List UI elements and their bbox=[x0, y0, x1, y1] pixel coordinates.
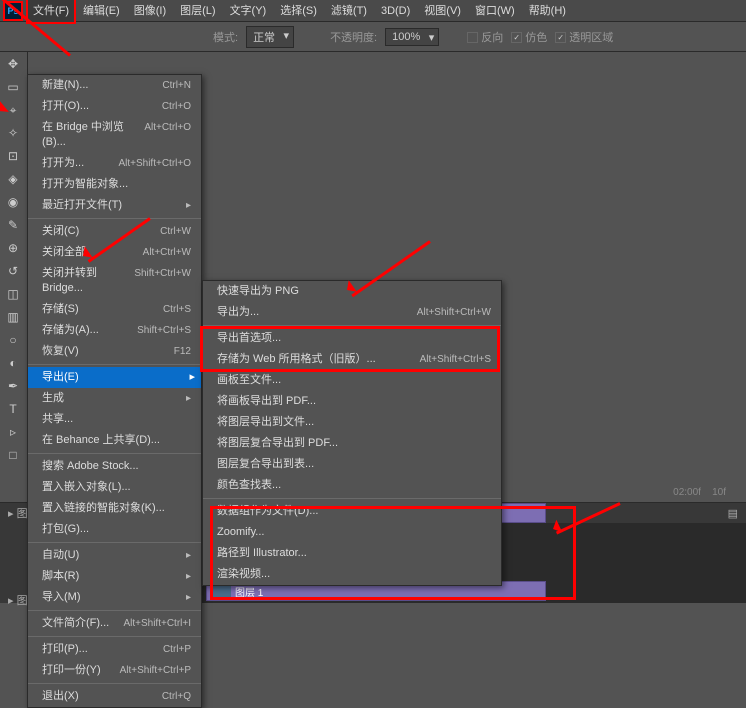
menu-image[interactable]: 图像(I) bbox=[127, 0, 173, 22]
menu-text[interactable]: 文字(Y) bbox=[223, 0, 274, 22]
file-menu-item[interactable]: 打印一份(Y)Alt+Shift+Ctrl+P bbox=[28, 660, 201, 681]
file-menu-item[interactable]: 在 Behance 上共享(D)... bbox=[28, 430, 201, 451]
menu-help[interactable]: 帮助(H) bbox=[522, 0, 573, 22]
file-dropdown: 新建(N)...Ctrl+N打开(O)...Ctrl+O在 Bridge 中浏览… bbox=[27, 74, 202, 708]
menu-3d[interactable]: 3D(D) bbox=[374, 0, 417, 22]
blur-tool-icon[interactable]: ○ bbox=[1, 329, 25, 351]
eyedropper-tool-icon[interactable]: ◈ bbox=[1, 168, 25, 190]
text-tool-icon[interactable]: T bbox=[1, 398, 25, 420]
file-menu-item[interactable]: 共享... bbox=[28, 409, 201, 430]
export-submenu: 快速导出为 PNG导出为...Alt+Shift+Ctrl+W 导出首选项...存… bbox=[202, 280, 502, 586]
gradient-tool-icon[interactable]: ▥ bbox=[1, 306, 25, 328]
export-menu-item[interactable]: 快速导出为 PNG bbox=[203, 281, 501, 302]
export-menu-item[interactable]: 渲染视频... bbox=[203, 564, 501, 585]
menu-separator bbox=[28, 636, 201, 637]
file-menu-item[interactable]: 最近打开文件(T)▸ bbox=[28, 195, 201, 216]
path-tool-icon[interactable]: ▹ bbox=[1, 421, 25, 443]
export-menu-item[interactable]: 图层复合导出到表... bbox=[203, 454, 501, 475]
menu-file[interactable]: 文件(F) bbox=[26, 0, 76, 24]
eraser-tool-icon[interactable]: ◫ bbox=[1, 283, 25, 305]
menu-layer[interactable]: 图层(L) bbox=[173, 0, 222, 22]
export-menu-item[interactable]: 导出首选项... bbox=[203, 328, 501, 349]
wand-tool-icon[interactable]: ✧ bbox=[1, 122, 25, 144]
export-menu-item[interactable]: 导出为...Alt+Shift+Ctrl+W bbox=[203, 302, 501, 323]
menu-select[interactable]: 选择(S) bbox=[273, 0, 324, 22]
move-tool-icon[interactable]: ✥ bbox=[1, 53, 25, 75]
file-menu-item[interactable]: 新建(N)...Ctrl+N bbox=[28, 75, 201, 96]
file-menu-item[interactable]: 打包(G)... bbox=[28, 519, 201, 540]
export-menu-item[interactable]: 存储为 Web 所用格式（旧版）...Alt+Shift+Ctrl+S bbox=[203, 349, 501, 370]
mode-select[interactable]: 正常 bbox=[246, 26, 294, 48]
file-menu-item[interactable]: 存储为(A)...Shift+Ctrl+S bbox=[28, 320, 201, 341]
file-menu-item[interactable]: 搜索 Adobe Stock... bbox=[28, 456, 201, 477]
lasso-tool-icon[interactable]: ⌖ bbox=[1, 99, 25, 121]
heal-tool-icon[interactable]: ◉ bbox=[1, 191, 25, 213]
opacity-label: 不透明度: bbox=[330, 29, 377, 45]
crop-tool-icon[interactable]: ⊡ bbox=[1, 145, 25, 167]
menu-filter[interactable]: 滤镜(T) bbox=[324, 0, 374, 22]
shape-tool-icon[interactable]: □ bbox=[1, 444, 25, 466]
dodge-tool-icon[interactable]: ◐ bbox=[1, 352, 25, 374]
menu-separator bbox=[203, 498, 501, 499]
file-menu-item[interactable]: 打开为...Alt+Shift+Ctrl+O bbox=[28, 153, 201, 174]
export-menu-item[interactable]: 将画板导出到 PDF... bbox=[203, 391, 501, 412]
menu-separator bbox=[28, 542, 201, 543]
menu-separator bbox=[28, 683, 201, 684]
menu-separator bbox=[28, 364, 201, 365]
export-menu-item[interactable]: 颜色查找表... bbox=[203, 475, 501, 496]
file-menu-item[interactable]: 关闭全部Alt+Ctrl+W bbox=[28, 242, 201, 263]
file-menu-item[interactable]: 自动(U)▸ bbox=[28, 545, 201, 566]
file-menu-item[interactable]: 恢复(V)F12 bbox=[28, 341, 201, 362]
file-menu-item[interactable]: 生成▸ bbox=[28, 388, 201, 409]
opacity-select[interactable]: 100% bbox=[385, 28, 439, 46]
export-menu-item[interactable]: 将图层导出到文件... bbox=[203, 412, 501, 433]
file-menu-item[interactable]: 退出(X)Ctrl+Q bbox=[28, 686, 201, 707]
timeline-ruler: 02:00f 10f bbox=[673, 487, 726, 498]
brush-tool-icon[interactable]: ✎ bbox=[1, 214, 25, 236]
export-menu-item[interactable]: 将图层复合导出到 PDF... bbox=[203, 433, 501, 454]
marquee-tool-icon[interactable]: ▭ bbox=[1, 76, 25, 98]
menubar: Ps 文件(F) 编辑(E) 图像(I) 图层(L) 文字(Y) 选择(S) 滤… bbox=[0, 0, 746, 22]
history-tool-icon[interactable]: ↺ bbox=[1, 260, 25, 282]
menu-edit[interactable]: 编辑(E) bbox=[76, 0, 127, 22]
file-menu-item[interactable]: 置入嵌入对象(L)... bbox=[28, 477, 201, 498]
file-menu-item[interactable]: 导出(E) bbox=[28, 367, 201, 388]
export-menu-item[interactable]: Zoomify... bbox=[203, 522, 501, 543]
menu-window[interactable]: 窗口(W) bbox=[468, 0, 522, 22]
options-bar: 模式: 正常 不透明度: 100% 反向 仿色 透明区域 bbox=[0, 22, 746, 52]
export-menu-item[interactable]: 路径到 Illustrator... bbox=[203, 543, 501, 564]
file-menu-item[interactable]: 打印(P)...Ctrl+P bbox=[28, 639, 201, 660]
export-menu-item[interactable]: 数据组作为文件(D)... bbox=[203, 501, 501, 522]
stamp-tool-icon[interactable]: ⊕ bbox=[1, 237, 25, 259]
transparency-checkbox[interactable]: 透明区域 bbox=[555, 29, 613, 45]
menu-view[interactable]: 视图(V) bbox=[417, 0, 468, 22]
pen-tool-icon[interactable]: ✒ bbox=[1, 375, 25, 397]
file-menu-item[interactable]: 导入(M)▸ bbox=[28, 587, 201, 608]
file-menu-item[interactable]: 文件简介(F)...Alt+Shift+Ctrl+I bbox=[28, 613, 201, 634]
file-menu-item[interactable]: 打开为智能对象... bbox=[28, 174, 201, 195]
menu-separator bbox=[28, 610, 201, 611]
menu-separator bbox=[203, 325, 501, 326]
file-menu-item[interactable]: 关闭(C)Ctrl+W bbox=[28, 221, 201, 242]
file-menu-item[interactable]: 打开(O)...Ctrl+O bbox=[28, 96, 201, 117]
menu-separator bbox=[28, 218, 201, 219]
file-menu-item[interactable]: 关闭并转到 Bridge...Shift+Ctrl+W bbox=[28, 263, 201, 299]
file-menu-item[interactable]: 存储(S)Ctrl+S bbox=[28, 299, 201, 320]
menu-separator bbox=[28, 453, 201, 454]
clip-thumb-icon bbox=[213, 584, 231, 598]
reverse-checkbox[interactable]: 反向 bbox=[467, 29, 503, 45]
file-menu-item[interactable]: 脚本(R)▸ bbox=[28, 566, 201, 587]
export-menu-item[interactable]: 画板至文件... bbox=[203, 370, 501, 391]
file-menu-item[interactable]: 在 Bridge 中浏览(B)...Alt+Ctrl+O bbox=[28, 117, 201, 153]
workspace: ✥ ▭ ⌖ ✧ ⊡ ◈ ◉ ✎ ⊕ ↺ ◫ ▥ ○ ◐ ✒ T ▹ □ 新建(N… bbox=[0, 52, 746, 602]
simulate-checkbox[interactable]: 仿色 bbox=[511, 29, 547, 45]
file-menu-item[interactable]: 置入链接的智能对象(K)... bbox=[28, 498, 201, 519]
app-icon: Ps bbox=[3, 1, 23, 21]
mode-label: 模式: bbox=[213, 29, 238, 45]
